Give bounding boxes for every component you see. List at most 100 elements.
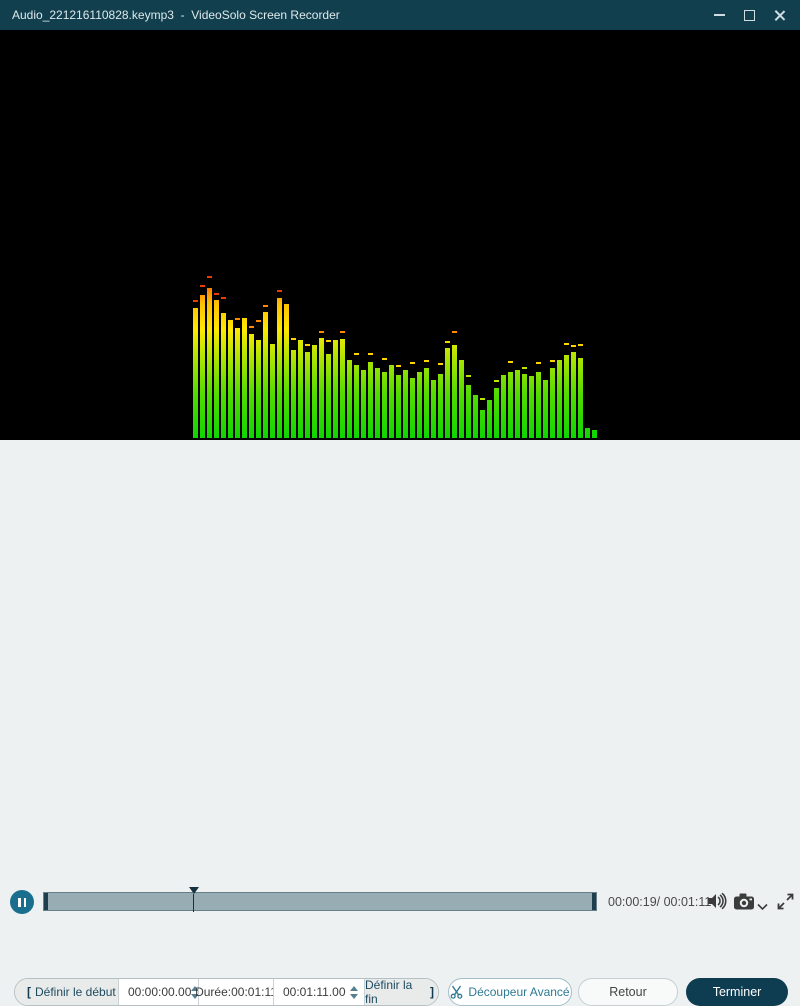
pause-button[interactable] <box>10 890 34 914</box>
spectrum-peak-marker <box>550 360 555 362</box>
snapshot-camera-icon <box>734 893 754 910</box>
spectrum-peak-marker <box>396 365 401 367</box>
back-button[interactable]: Retour <box>578 978 678 1006</box>
chevron-down-icon <box>757 903 768 911</box>
close-button[interactable] <box>772 8 786 22</box>
spectrum-peak-marker <box>438 363 443 365</box>
trim-toolbar: [ Définir le début 00:00:00.00 Durée:00:… <box>0 485 800 1006</box>
spectrum-bar <box>480 272 487 438</box>
seek-slider[interactable] <box>43 887 597 912</box>
spectrum-peak-marker <box>578 344 583 346</box>
spectrum-bar <box>417 272 424 438</box>
spectrum-peak-marker <box>480 398 485 400</box>
set-end-button[interactable]: Définir la fin ] <box>364 979 438 1005</box>
spectrum-bar <box>473 272 480 438</box>
maximize-button[interactable] <box>742 8 756 22</box>
spectrum-bar <box>270 272 277 438</box>
video-preview-area <box>0 30 800 440</box>
spectrum-peak-marker <box>445 341 450 343</box>
spectrum-peak-marker <box>340 331 345 333</box>
start-time-field[interactable]: 00:00:00.00 <box>118 979 200 1005</box>
spectrum-peak-marker <box>452 331 457 333</box>
spectrum-peak-marker <box>326 340 331 342</box>
spectrum-bar <box>375 272 382 438</box>
set-end-label: Définir la fin <box>365 978 413 1006</box>
spectrum-bar <box>424 272 431 438</box>
spectrum-peak-marker <box>207 276 212 278</box>
spectrum-peak-marker <box>200 285 205 287</box>
spectrum-bar <box>438 272 445 438</box>
spectrum-bar <box>256 272 263 438</box>
spectrum-bar <box>214 272 221 438</box>
end-bracket: ] <box>430 985 434 999</box>
spectrum-bar <box>445 272 452 438</box>
spectrum-bar <box>571 272 578 438</box>
playhead-marker[interactable] <box>188 887 199 912</box>
seek-track-left-cap <box>44 893 48 910</box>
advanced-trimmer-label: Découpeur Avancé <box>468 985 570 999</box>
set-start-button[interactable]: [ Définir le début <box>15 979 118 1005</box>
spectrum-peak-marker <box>256 320 261 322</box>
spectrum-bar <box>361 272 368 438</box>
end-time-field[interactable]: 00:01:11.00 <box>273 979 364 1005</box>
minimize-button[interactable] <box>712 8 726 22</box>
fullscreen-button[interactable] <box>776 892 795 916</box>
advanced-trimmer-button[interactable]: Découpeur Avancé <box>448 978 572 1006</box>
spectrum-bar <box>228 272 235 438</box>
spectrum-peak-marker <box>522 367 527 369</box>
finish-button[interactable]: Terminer <box>686 978 788 1006</box>
back-label: Retour <box>609 985 647 999</box>
seek-track-right-cap <box>592 893 596 910</box>
spectrum-bar <box>284 272 291 438</box>
spectrum-bar <box>368 272 375 438</box>
finish-label: Terminer <box>712 985 762 999</box>
spectrum-bar <box>487 272 494 438</box>
spectrum-peak-marker <box>214 293 219 295</box>
snapshot-dropdown-button[interactable] <box>757 898 768 916</box>
spectrum-bar <box>536 272 543 438</box>
spectrum-bar <box>515 272 522 438</box>
playhead-line <box>192 894 195 912</box>
spinner-up-icon <box>350 985 358 991</box>
spectrum-bar <box>557 272 564 438</box>
spectrum-peak-marker <box>291 338 296 340</box>
spectrum-bar <box>249 272 256 438</box>
set-start-label: Définir le début <box>35 985 116 999</box>
start-bracket: [ <box>27 985 31 999</box>
spectrum-bar <box>347 272 354 438</box>
window-title: Audio_221216110828.keymp3 - VideoSolo Sc… <box>12 8 340 22</box>
volume-button[interactable] <box>707 892 727 915</box>
spectrum-peak-marker <box>221 297 226 299</box>
spectrum-peak-marker <box>571 345 576 347</box>
spectrum-peak-marker <box>508 361 513 363</box>
spectrum-bar <box>340 272 347 438</box>
spectrum-peak-marker <box>410 362 415 364</box>
spectrum-bar <box>354 272 361 438</box>
playhead-triangle-icon <box>188 887 199 894</box>
time-display: 00:00:19/ 00:01:11 <box>608 895 712 909</box>
trim-range-group: [ Définir le début 00:00:00.00 Durée:00:… <box>14 978 439 1006</box>
spectrum-peak-marker <box>305 344 310 346</box>
spectrum-peak-marker <box>235 318 240 320</box>
spectrum-bar <box>242 272 249 438</box>
volume-icon <box>708 892 727 910</box>
spectrum-bar <box>452 272 459 438</box>
spectrum-bar <box>207 272 214 438</box>
end-time-spinner[interactable] <box>350 985 358 999</box>
scissors-icon <box>451 985 463 999</box>
spectrum-bar <box>522 272 529 438</box>
spectrum-bar <box>326 272 333 438</box>
spectrum-bar <box>200 272 207 438</box>
spectrum-bar <box>305 272 312 438</box>
spectrum-peak-marker <box>494 380 499 382</box>
spectrum-bar <box>543 272 550 438</box>
spectrum-peak-marker <box>249 326 254 328</box>
spectrum-bar <box>319 272 326 438</box>
spectrum-peak-marker <box>536 362 541 364</box>
spectrum-bar <box>291 272 298 438</box>
spectrum-bar <box>564 272 571 438</box>
spectrum-bar <box>529 272 536 438</box>
spectrum-peak-marker <box>263 305 268 307</box>
snapshot-button[interactable] <box>733 893 755 915</box>
spectrum-bar <box>382 272 389 438</box>
